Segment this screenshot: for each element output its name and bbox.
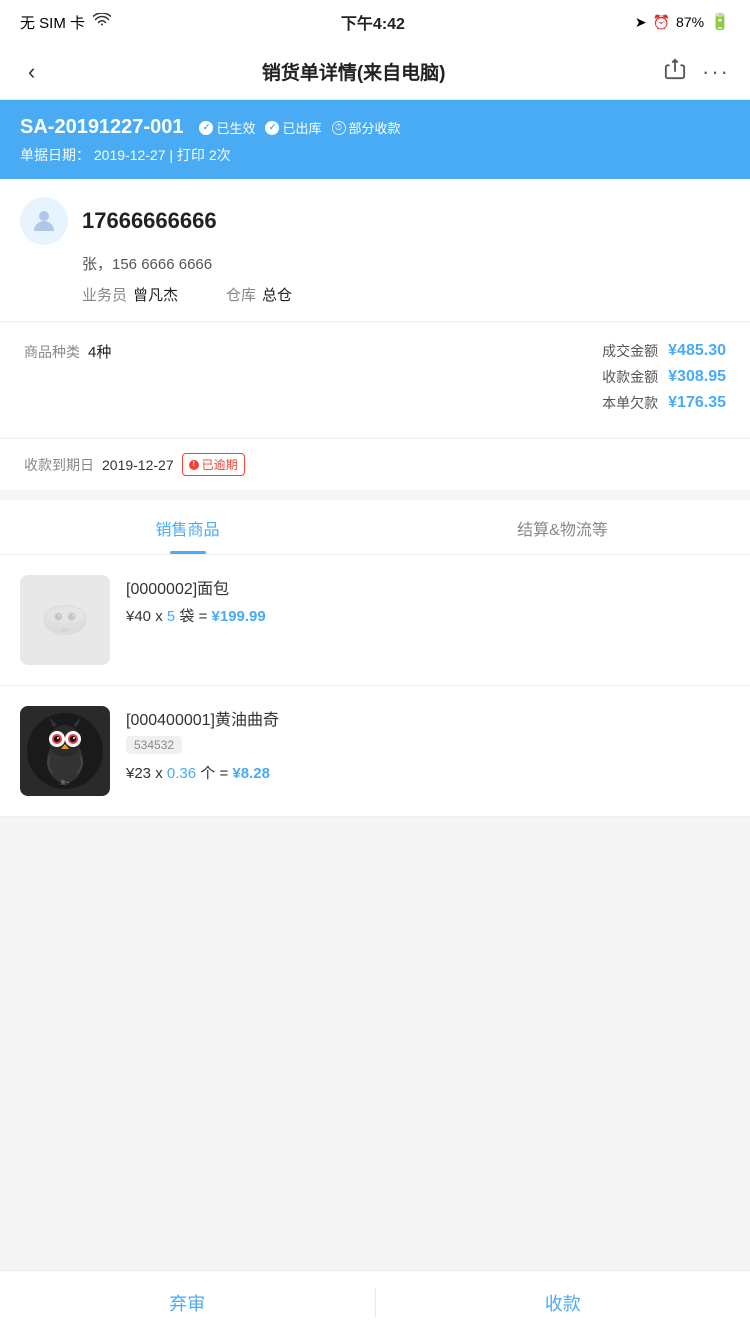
banner-row2: 单据日期： 2019-12-27 | 打印 2次 [20, 145, 730, 165]
overdue-dot-icon [189, 460, 199, 470]
status-tag-shipped: 已出库 [265, 118, 321, 137]
product-info-bread: [0000002]面包 ¥40 x 5 袋 = ¥199.99 [126, 575, 730, 626]
tabs-section: 销售商品 结算&物流等 [0, 500, 750, 555]
deal-amount-value: ¥485.30 [668, 342, 726, 360]
stats-left: 商品种类 4种 [24, 341, 111, 362]
svg-text:鱼+: 鱼+ [60, 626, 70, 634]
status-bar: 无 SIM 卡 下午4:42 ➤ ⏰ 87% 🔋 [0, 0, 750, 44]
products-section: 鱼+ [0000002]面包 ¥40 x 5 袋 = ¥199.99 [0, 555, 750, 817]
product-unit-bread: 袋 [179, 608, 194, 625]
owed-amount-label: 本单欠款 [602, 393, 658, 413]
stats-section: 商品种类 4种 成交金额 ¥485.30 收款金额 ¥308.95 本单欠款 ¥… [0, 323, 750, 437]
due-section: 收款到期日 2019-12-27 已逾期 [0, 439, 750, 490]
check-icon-2 [265, 121, 279, 135]
svg-text:鱼+: 鱼+ [60, 779, 70, 787]
product-total-cookie: ¥8.28 [232, 765, 270, 782]
product-sku-cookie: 534532 [126, 736, 182, 754]
product-item-cookie: 鱼+ [000400001]黄油曲奇 534532 ¥23 x 0.36 个 =… [0, 686, 750, 817]
time-display: 下午4:42 [341, 10, 405, 34]
tab-sales-products[interactable]: 销售商品 [0, 500, 375, 554]
stats-right: 成交金额 ¥485.30 收款金额 ¥308.95 本单欠款 ¥176.35 [602, 341, 726, 419]
salesperson-value: 曾凡杰 [133, 284, 178, 305]
warehouse-value: 总仓 [262, 284, 292, 305]
product-multiply-sign-cookie: x [155, 765, 167, 782]
cancel-audit-button[interactable]: 弃审 [0, 1272, 375, 1334]
product-kind-label: 商品种类 [24, 342, 80, 362]
status-tags: 已生效 已出库 ⏱ 部分收款 [199, 118, 400, 137]
product-unit-price-cookie: ¥23 [126, 765, 151, 782]
date-label: 单据日期： [20, 147, 90, 163]
overdue-badge: 已逾期 [182, 453, 245, 476]
wifi-icon [93, 13, 111, 31]
avatar [20, 197, 68, 245]
battery-icon: 🔋 [710, 12, 730, 32]
warehouse-field: 仓库 总仓 [226, 284, 292, 305]
customer-top: 17666666666 [20, 197, 730, 245]
product-name-bread: [0000002]面包 [126, 575, 730, 599]
deal-amount-label: 成交金额 [602, 341, 658, 361]
status-left: 无 SIM 卡 [20, 12, 111, 33]
product-kind-row: 商品种类 4种 [24, 341, 111, 362]
nav-bar: ‹ 销货单详情(来自电脑) ··· [0, 44, 750, 100]
customer-section: 17666666666 张，156 6666 6666 业务员 曾凡杰 仓库 总… [0, 179, 750, 321]
status-right: ➤ ⏰ 87% 🔋 [635, 12, 730, 32]
clock-icon: ⏱ [332, 121, 346, 135]
product-kind-value: 4种 [88, 341, 111, 362]
product-info-cookie: [000400001]黄油曲奇 534532 ¥23 x 0.36 个 = ¥8… [126, 706, 730, 783]
carrier-label: 无 SIM 卡 [20, 12, 85, 33]
owed-amount-value: ¥176.35 [668, 394, 726, 412]
received-amount-value: ¥308.95 [668, 368, 726, 386]
tab-settlement-logistics[interactable]: 结算&物流等 [375, 500, 750, 554]
share-icon[interactable] [664, 58, 686, 85]
nav-actions: ··· [664, 58, 730, 85]
product-unit-cookie: 个 [200, 765, 215, 782]
product-price-cookie: ¥23 x 0.36 个 = ¥8.28 [126, 762, 730, 783]
customer-phone: 17666666666 [82, 208, 217, 234]
owed-amount-row: 本单欠款 ¥176.35 [602, 393, 726, 413]
salesperson-label: 业务员 [82, 284, 127, 305]
received-amount-label: 收款金额 [602, 367, 658, 387]
status-tag-effective: 已生效 [199, 118, 255, 137]
receive-payment-button[interactable]: 收款 [376, 1272, 750, 1334]
banner-row1: SA-20191227-001 已生效 已出库 ⏱ 部分收款 [20, 116, 730, 139]
product-equals-cookie: = [219, 765, 232, 782]
salesperson-field: 业务员 曾凡杰 [82, 284, 178, 305]
battery-label: 87% [676, 14, 704, 30]
header-banner: SA-20191227-001 已生效 已出库 ⏱ 部分收款 单据日期： 201… [0, 100, 750, 179]
product-price-bread: ¥40 x 5 袋 = ¥199.99 [126, 605, 730, 626]
back-button[interactable]: ‹ [20, 51, 43, 93]
more-icon[interactable]: ··· [702, 59, 730, 85]
product-multiply-sign-bread: x [155, 608, 167, 625]
overdue-text: 已逾期 [202, 456, 238, 473]
product-qty-cookie: 0.36 [167, 765, 196, 782]
location-icon: ➤ [635, 14, 647, 31]
check-icon-1 [199, 121, 213, 135]
product-equals-bread: = [199, 608, 212, 625]
page-title: 销货单详情(来自电脑) [262, 58, 446, 85]
product-name-cookie: [000400001]黄油曲奇 [126, 706, 730, 730]
product-total-bread: ¥199.99 [212, 608, 266, 625]
product-item-bread: 鱼+ [0000002]面包 ¥40 x 5 袋 = ¥199.99 [0, 555, 750, 686]
customer-meta: 业务员 曾凡杰 仓库 总仓 [20, 284, 730, 305]
deal-amount-row: 成交金额 ¥485.30 [602, 341, 726, 361]
due-label: 收款到期日 [24, 455, 94, 475]
order-id: SA-20191227-001 [20, 116, 183, 139]
order-date: 2019-12-27 [94, 147, 166, 163]
customer-sub: 张，156 6666 6666 [20, 253, 730, 274]
warehouse-label: 仓库 [226, 284, 256, 305]
due-date: 2019-12-27 [102, 457, 174, 473]
received-amount-row: 收款金额 ¥308.95 [602, 367, 726, 387]
bottom-bar: 弃审 收款 [0, 1270, 750, 1334]
product-thumb-cookie: 鱼+ [20, 706, 110, 796]
product-thumb-bread: 鱼+ [20, 575, 110, 665]
product-unit-price-bread: ¥40 [126, 608, 151, 625]
print-label: | 打印 [169, 147, 205, 163]
status-tag-partial: ⏱ 部分收款 [332, 118, 401, 137]
product-qty-bread: 5 [167, 608, 175, 625]
alarm-icon: ⏰ [653, 14, 670, 31]
